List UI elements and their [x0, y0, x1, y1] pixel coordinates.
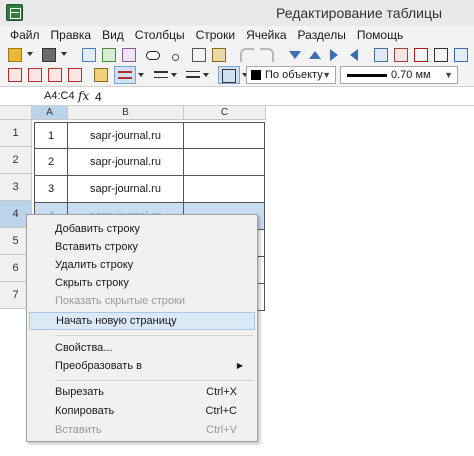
menu-paste: Вставить Ctrl+V — [29, 421, 255, 439]
line-sample — [347, 74, 387, 77]
formula-bar: A4:C4 fx 4 — [0, 86, 474, 106]
column-header-c[interactable]: C — [184, 106, 266, 120]
column-header-a[interactable]: A — [32, 106, 68, 120]
row-header-1[interactable]: 1 — [0, 120, 32, 147]
filter-icon[interactable] — [452, 46, 470, 64]
border-width-icon[interactable] — [184, 66, 202, 84]
menu-cut[interactable]: Вырезать Ctrl+X — [29, 383, 255, 401]
move-right-icon[interactable] — [326, 46, 344, 64]
table-grid-icon[interactable] — [80, 46, 98, 64]
menu-properties[interactable]: Свойства... — [29, 339, 255, 357]
format-toolbar: По объекту ▼ 0.70 мм ▼ — [0, 64, 474, 86]
border-width-dropdown-icon[interactable] — [202, 66, 212, 84]
cut-shortcut: Ctrl+X — [206, 386, 237, 398]
preview-eye-icon[interactable] — [144, 46, 162, 64]
select-all-corner[interactable] — [0, 106, 32, 120]
formula-input[interactable]: 4 — [95, 90, 467, 104]
undo-icon[interactable] — [238, 46, 256, 64]
line-style-button[interactable] — [114, 66, 136, 84]
menu-columns[interactable]: Столбцы — [135, 28, 185, 42]
context-menu: Добавить строку Вставить строку Удалить … — [26, 214, 258, 442]
fx-icon[interactable]: fx — [78, 89, 89, 103]
table-cell[interactable]: 3 — [34, 176, 68, 203]
menu-separator — [55, 380, 253, 381]
window-title: Редактирование таблицы — [276, 5, 443, 21]
menu-sections[interactable]: Разделы — [298, 28, 346, 42]
table-cell[interactable] — [183, 149, 265, 176]
menu-file[interactable]: Файл — [10, 28, 40, 42]
open-dropdown-icon[interactable] — [26, 46, 36, 64]
table-format-icon[interactable] — [66, 66, 84, 84]
table-cell[interactable]: sapr-journal.ru — [67, 122, 184, 149]
submenu-arrow-icon: ▶ — [236, 361, 243, 370]
menu-copy-label: Копировать — [55, 405, 115, 417]
move-down-icon[interactable] — [286, 46, 304, 64]
table-cell[interactable] — [183, 176, 265, 203]
menu-convert-label: Преобразовать в — [55, 360, 142, 372]
sort-icon[interactable] — [412, 46, 430, 64]
formula-icon[interactable] — [432, 46, 450, 64]
chevron-down-icon: ▼ — [322, 70, 331, 80]
menu-new-page[interactable]: Начать новую страницу — [29, 312, 255, 330]
menu-paste-label: Вставить — [55, 424, 102, 436]
chevron-down-icon: ▼ — [444, 70, 453, 80]
move-left-icon[interactable] — [346, 46, 364, 64]
split-cells-icon[interactable] — [26, 66, 44, 84]
menu-convert[interactable]: Преобразовать в ▶ — [29, 357, 255, 375]
merge-cells-icon[interactable] — [6, 66, 24, 84]
menu-view[interactable]: Вид — [102, 28, 124, 42]
redo-icon[interactable] — [258, 46, 276, 64]
table-cell[interactable]: sapr-journal.ru — [67, 176, 184, 203]
menu-help[interactable]: Помощь — [357, 28, 403, 42]
menu-delete-row[interactable]: Удалить строку — [29, 256, 255, 274]
cell-borders-icon[interactable] — [46, 66, 64, 84]
menu-add-row[interactable]: Добавить строку — [29, 220, 255, 238]
link-icon[interactable] — [120, 46, 138, 64]
menu-separator — [55, 335, 253, 336]
table-cell[interactable]: 1 — [34, 122, 68, 149]
cell-reference: A4:C4 — [44, 90, 75, 102]
menu-show-hidden-rows: Показать скрытые строки — [55, 295, 186, 307]
copy-shortcut: Ctrl+C — [205, 405, 237, 417]
paste-icon[interactable] — [210, 46, 228, 64]
paste-shortcut: Ctrl+V — [206, 424, 237, 436]
open-folder-icon[interactable] — [6, 46, 24, 64]
line-width-select[interactable]: 0.70 мм ▼ — [340, 66, 458, 84]
menu-cut-label: Вырезать — [55, 386, 104, 398]
insert-image-icon[interactable] — [372, 46, 390, 64]
line-style-dropdown-icon[interactable] — [137, 66, 147, 84]
save-dropdown-icon[interactable] — [60, 46, 70, 64]
title-bar: Редактирование таблицы — [0, 0, 474, 26]
line-style-value: По объекту — [265, 69, 323, 81]
border-line-icon[interactable] — [152, 66, 170, 84]
copy-icon[interactable] — [190, 46, 208, 64]
brush-icon[interactable] — [92, 66, 110, 84]
menu-insert-row[interactable]: Вставить строку — [29, 238, 255, 256]
row-header-3[interactable]: 3 — [0, 174, 32, 201]
import-table-icon[interactable] — [100, 46, 118, 64]
table-cell[interactable] — [183, 122, 265, 149]
main-toolbar — [0, 44, 474, 66]
row-header-2[interactable]: 2 — [0, 147, 32, 174]
chart-icon[interactable] — [392, 46, 410, 64]
color-swatch — [251, 70, 261, 80]
table-app-icon — [6, 4, 23, 21]
grid-borders-button[interactable] — [218, 66, 240, 84]
save-icon[interactable] — [40, 46, 58, 64]
border-line-dropdown-icon[interactable] — [170, 66, 180, 84]
menu-copy[interactable]: Копировать Ctrl+C — [29, 402, 255, 420]
menu-hide-row[interactable]: Скрыть строку — [29, 274, 255, 292]
menu-edit[interactable]: Правка — [51, 28, 92, 42]
menu-rows[interactable]: Строки — [196, 28, 235, 42]
table-cell[interactable]: 2 — [34, 149, 68, 176]
column-header-b[interactable]: B — [68, 106, 184, 120]
line-style-select[interactable]: По объекту ▼ — [246, 66, 336, 84]
line-width-value: 0.70 мм — [391, 69, 431, 81]
table-cell[interactable]: sapr-journal.ru — [67, 149, 184, 176]
menu-bar: Файл Правка Вид Столбцы Строки Ячейка Ра… — [0, 26, 474, 44]
move-up-icon[interactable] — [306, 46, 324, 64]
cut-icon[interactable] — [170, 46, 188, 64]
menu-cell[interactable]: Ячейка — [246, 28, 286, 42]
